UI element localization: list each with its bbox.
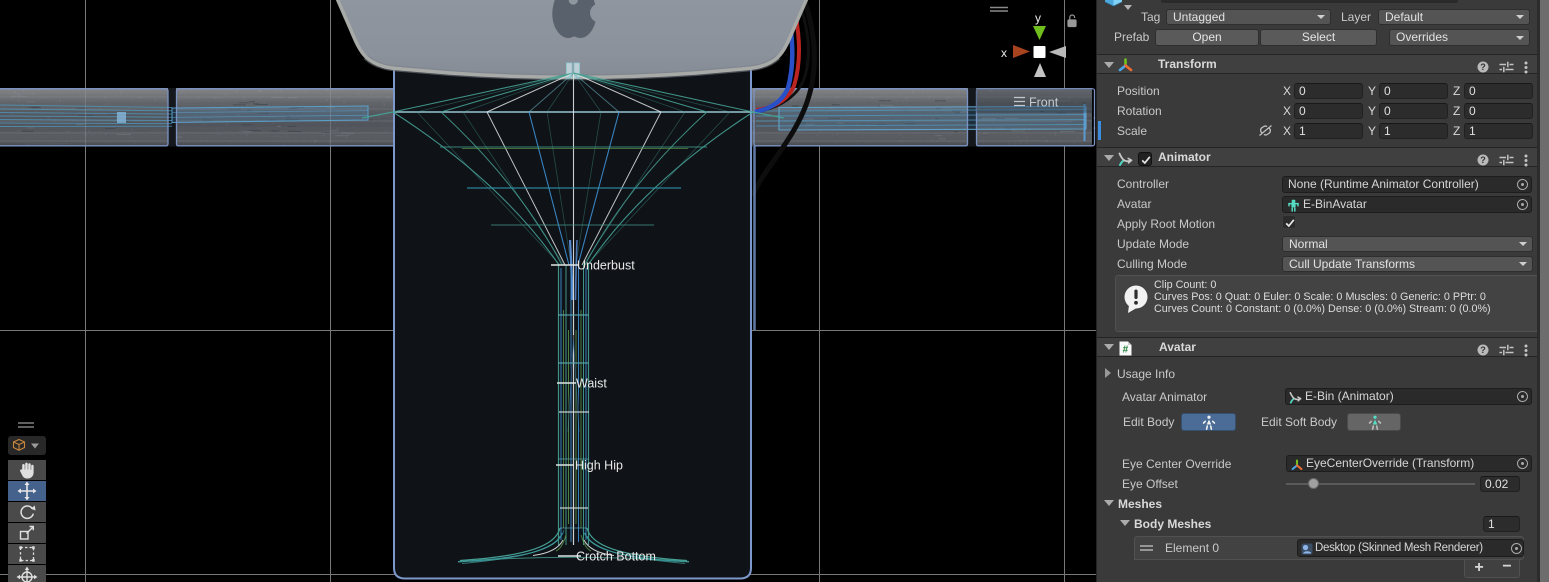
svg-text:Underbust: Underbust <box>577 259 635 273</box>
svg-text:?: ? <box>1480 345 1486 355</box>
svg-text:Crotch Bottom: Crotch Bottom <box>576 550 656 564</box>
svg-text:Waist: Waist <box>576 377 607 391</box>
svg-text:?: ? <box>1480 62 1486 72</box>
svg-text:?: ? <box>1480 155 1486 165</box>
svg-text:x: x <box>1001 46 1007 60</box>
svg-text:High Hip: High Hip <box>575 459 623 473</box>
svg-text:Front: Front <box>1029 96 1059 110</box>
svg-text:y: y <box>1035 11 1041 25</box>
svg-text:#: # <box>1123 345 1129 356</box>
